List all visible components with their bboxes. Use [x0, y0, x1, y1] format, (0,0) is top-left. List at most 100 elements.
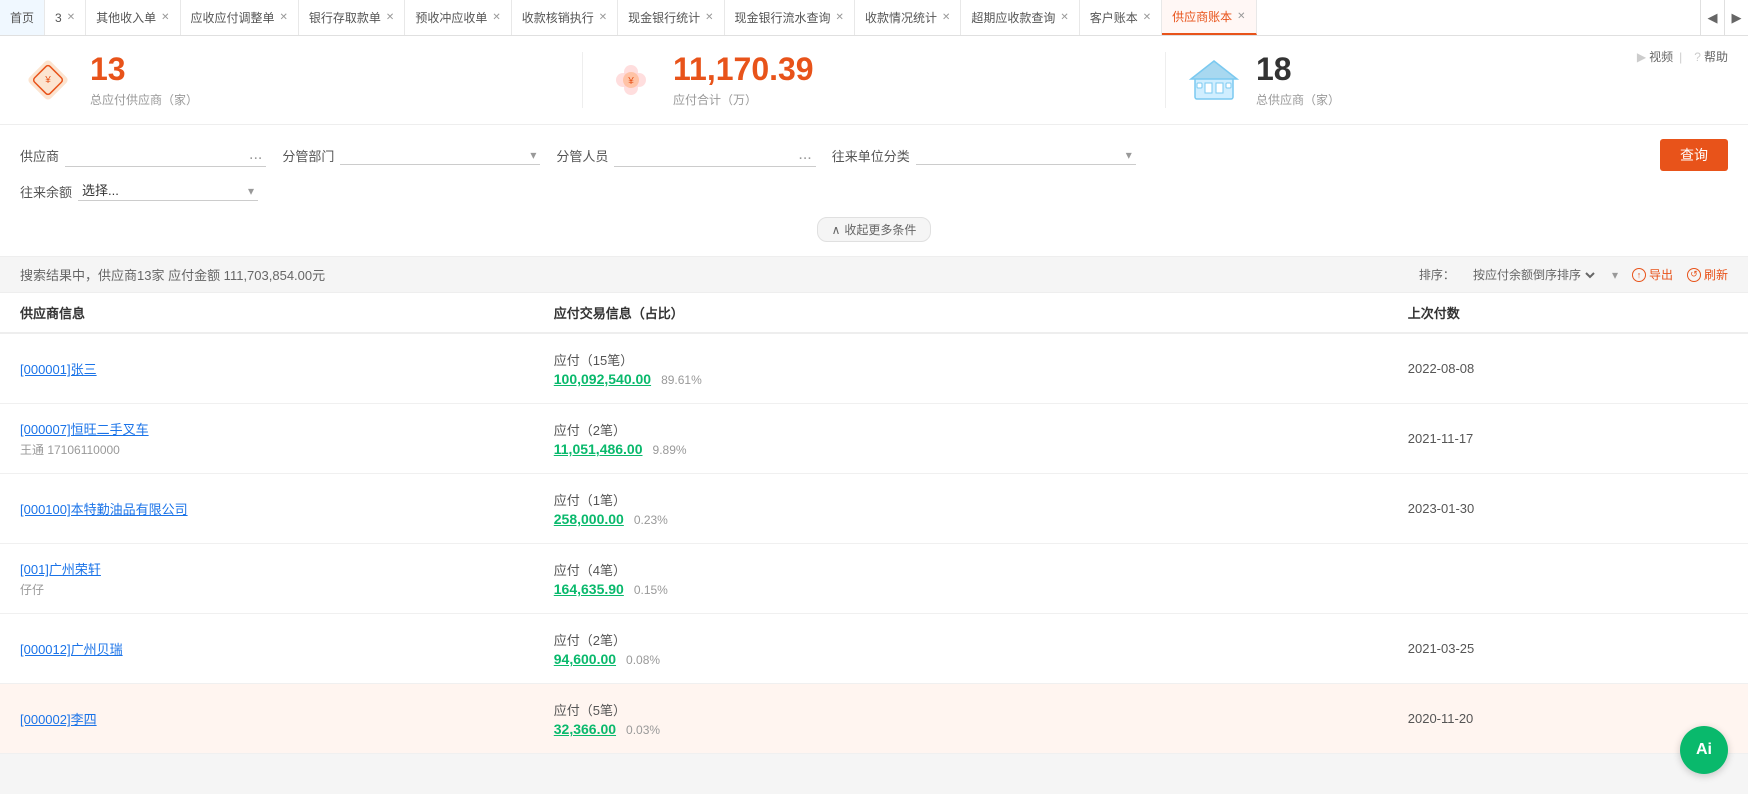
supplier-link-0[interactable]: [000001]张三: [20, 362, 97, 377]
filter-area: 供应商 ... 分管部门 ▾ 分管人员 ... 往来单位分类: [0, 125, 1748, 257]
last-pay-2: 2023-01-30: [1408, 501, 1475, 516]
export-button[interactable]: ↑ 导出: [1632, 266, 1673, 283]
chevron-down-icon: ▾: [530, 148, 536, 162]
top-right-links: ▶ 视频 | ? 帮助: [1631, 48, 1728, 65]
nav-tab-prepay-ar[interactable]: 预收冲应收单 ✕: [405, 0, 511, 35]
supplier-input[interactable]: [69, 147, 245, 162]
tx-pct-4: 0.08%: [626, 653, 660, 667]
result-info: 搜索结果中，供应商13家 应付金额 111,703,854.00元: [20, 265, 325, 284]
person-input[interactable]: [618, 147, 794, 162]
supplier-link-4[interactable]: [000012]广州贝瑞: [20, 642, 123, 657]
close-icon[interactable]: ✕: [67, 12, 75, 23]
video-link[interactable]: 视频: [1649, 48, 1673, 65]
category-select[interactable]: [920, 147, 1126, 162]
nav-tab-other-income[interactable]: 其他收入单 ✕: [86, 0, 180, 35]
supplier-link-2[interactable]: [000100]本特勤油品有限公司: [20, 502, 188, 517]
stat-block-payable-total: ¥ 11,170.39 应付合计（万）: [582, 52, 1145, 108]
top-navigation: 首页 3 ✕ 其他收入单 ✕ 应收应付调整单 ✕ 银行存取款单 ✕ 预收冲应收单…: [0, 0, 1748, 36]
supplier-link-1[interactable]: [000007]恒旺二手叉车: [20, 422, 149, 437]
tx-label-4: 应付（2笔）: [554, 630, 1408, 649]
nav-tab-home[interactable]: 首页: [0, 0, 45, 35]
close-icon[interactable]: ✕: [836, 12, 844, 23]
table-row: [000007]恒旺二手叉车 王通 17106110000 应付（2笔） 11,…: [0, 404, 1748, 474]
col-header-lastpay: 上次付数: [1408, 303, 1728, 322]
help-link[interactable]: 帮助: [1704, 48, 1728, 65]
chevron-down-sort-icon: ▾: [1612, 268, 1618, 282]
person-dots-icon[interactable]: ...: [798, 146, 811, 164]
supplier-label: 供应商: [20, 146, 59, 165]
nav-tab-3[interactable]: 3 ✕: [45, 0, 86, 35]
tx-pct-5: 0.03%: [626, 723, 660, 737]
filter-row-2: 往来余额 选择... ▾: [20, 181, 1728, 201]
filter-supplier: 供应商 ...: [20, 144, 266, 167]
nav-next-arrow[interactable]: ▶: [1724, 0, 1748, 36]
supplier-sub-3: 仔仔: [20, 581, 554, 598]
diamond-icon: ¥: [20, 52, 76, 108]
supplier-dots-icon[interactable]: ...: [249, 146, 262, 164]
circle-play-icon: ▶: [1637, 50, 1646, 64]
collapse-button[interactable]: ∧ 收起更多条件: [817, 217, 932, 242]
result-actions: 排序： 按应付余额倒序排序 ▾ ↑ 导出 ↺ 刷新: [1419, 266, 1728, 283]
tx-label-3: 应付（4笔）: [554, 560, 1408, 579]
nav-tab-payment-verify[interactable]: 收款核销执行 ✕: [512, 0, 618, 35]
tx-amount-3[interactable]: 164,635.90: [554, 581, 624, 597]
table-row: [000002]李四 应付（5笔） 32,366.00 0.03% 2020-1…: [0, 684, 1748, 754]
sort-select[interactable]: 按应付余额倒序排序: [1469, 267, 1598, 283]
close-icon[interactable]: ✕: [1143, 12, 1151, 23]
tx-pct-2: 0.23%: [634, 513, 668, 527]
question-icon: ?: [1694, 50, 1701, 64]
ai-assistant-button[interactable]: Ai: [1680, 726, 1728, 774]
department-label: 分管部门: [282, 146, 334, 165]
nav-tab-receipt-stat[interactable]: 收款情况统计 ✕: [855, 0, 961, 35]
filter-balance: 往来余额 选择... ▾: [20, 181, 258, 201]
stat-num-payable-suppliers: 13: [90, 52, 198, 87]
nav-prev-arrow[interactable]: ◀: [1700, 0, 1724, 36]
close-icon[interactable]: ✕: [386, 12, 394, 23]
svg-text:¥: ¥: [627, 76, 634, 87]
tx-amount-5[interactable]: 32,366.00: [554, 721, 616, 737]
close-icon[interactable]: ✕: [492, 12, 500, 23]
col-header-supplier: 供应商信息: [20, 303, 554, 322]
balance-select[interactable]: 选择...: [82, 183, 248, 198]
nav-tab-cash-flow[interactable]: 现金银行流水查询 ✕: [725, 0, 855, 35]
refresh-icon: ↺: [1687, 268, 1701, 282]
refresh-button[interactable]: ↺ 刷新: [1687, 266, 1728, 283]
nav-tab-overdue-ar[interactable]: 超期应收款查询 ✕: [961, 0, 1079, 35]
collapse-bar[interactable]: ∧ 收起更多条件: [20, 211, 1728, 248]
stat-num-payable-total: 11,170.39: [673, 52, 814, 87]
close-icon[interactable]: ✕: [1237, 11, 1245, 22]
close-icon[interactable]: ✕: [280, 12, 288, 23]
col-header-transactions: 应付交易信息（占比）: [554, 303, 1408, 322]
stat-label-total-suppliers: 总供应商（家）: [1256, 91, 1340, 108]
close-icon[interactable]: ✕: [705, 12, 713, 23]
tx-label-2: 应付（1笔）: [554, 490, 1408, 509]
close-icon[interactable]: ✕: [1060, 12, 1068, 23]
nav-tab-cash-stat[interactable]: 现金银行统计 ✕: [618, 0, 724, 35]
nav-tab-supplier-ledger[interactable]: 供应商账本 ✕: [1162, 0, 1256, 35]
department-select[interactable]: [344, 147, 530, 162]
search-button[interactable]: 查询: [1660, 139, 1728, 171]
close-icon[interactable]: ✕: [161, 12, 169, 23]
shop-icon: [1186, 52, 1242, 108]
tx-amount-0[interactable]: 100,092,540.00: [554, 371, 651, 387]
stats-header: ¥ 13 总应付供应商（家） ¥ 11,170.39 应付合计（万）: [0, 36, 1748, 125]
close-icon[interactable]: ✕: [599, 12, 607, 23]
table-row: [000012]广州贝瑞 应付（2笔） 94,600.00 0.08% 2021…: [0, 614, 1748, 684]
nav-tab-customer-ledger[interactable]: 客户账本 ✕: [1080, 0, 1162, 35]
supplier-link-5[interactable]: [000002]李四: [20, 712, 97, 727]
svg-text:¥: ¥: [44, 75, 51, 86]
last-pay-5: 2020-11-20: [1408, 711, 1474, 726]
sort-label: 排序：: [1419, 266, 1455, 283]
close-icon[interactable]: ✕: [942, 12, 950, 23]
category-label: 往来单位分类: [832, 146, 910, 165]
tx-amount-4[interactable]: 94,600.00: [554, 651, 616, 667]
tx-amount-2[interactable]: 258,000.00: [554, 511, 624, 527]
tx-pct-0: 89.61%: [661, 373, 702, 387]
tx-amount-1[interactable]: 11,051,486.00: [554, 441, 643, 457]
tx-label-0: 应付（15笔）: [554, 350, 1408, 369]
nav-tab-bank-deposit[interactable]: 银行存取款单 ✕: [299, 0, 405, 35]
person-label: 分管人员: [556, 146, 608, 165]
nav-tab-ar-ap-adjust[interactable]: 应收应付调整单 ✕: [181, 0, 299, 35]
supplier-link-3[interactable]: [001]广州荣轩: [20, 562, 101, 577]
tx-label-1: 应付（2笔）: [554, 420, 1408, 439]
